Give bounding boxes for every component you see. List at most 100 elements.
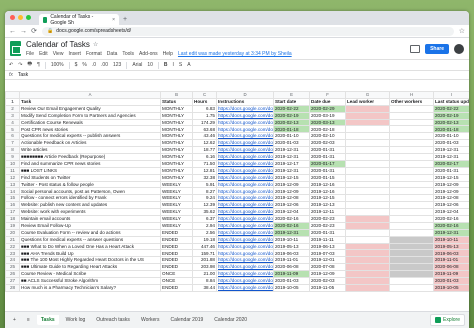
instructions-link[interactable]: https://docs.google.com/do — [216, 187, 274, 196]
column-header[interactable] — [5, 91, 20, 99]
hours-cell[interactable]: 12.39 — [192, 201, 217, 210]
due-date-cell[interactable]: 2019-06-13 — [309, 242, 346, 251]
other-workers-cell[interactable] — [389, 153, 434, 161]
instructions-link[interactable]: https://docs.google.com/do — [216, 249, 274, 258]
lead-worker-cell[interactable] — [345, 215, 390, 223]
due-date-cell[interactable]: 2019-11-05 — [309, 283, 346, 292]
menu-addons[interactable]: Add-ons — [139, 51, 158, 57]
header-cell[interactable]: Last status update — [433, 97, 469, 106]
start-date-cell[interactable]: 2019-12-31 — [273, 153, 310, 161]
toolbar-item-2[interactable]: 🖶 — [27, 61, 32, 69]
task-cell[interactable]: Website: work with experiments — [19, 208, 161, 217]
status-update-cell[interactable]: 2019-12-15 — [433, 173, 469, 182]
toolbar-item-3[interactable]: ¶ — [37, 62, 40, 68]
start-date-cell[interactable]: 2020-01-03 — [273, 277, 310, 285]
toolbar-item-9[interactable]: 123 — [113, 62, 121, 68]
task-cell[interactable]: ■■ ACLS Successful Stroke Algorithm — [19, 277, 161, 285]
toolbar-item-10[interactable]: Arial — [132, 62, 142, 68]
hours-cell[interactable]: 203.98 — [192, 263, 217, 272]
other-workers-cell[interactable] — [389, 194, 434, 203]
hours-cell[interactable]: 201.88 — [192, 256, 217, 265]
status-dropdown[interactable]: WEEKLY — [160, 215, 193, 223]
status-update-cell[interactable]: 2019-11-09 — [433, 270, 469, 279]
sheet-tab-work-log[interactable]: Work log — [62, 315, 90, 325]
menu-tools[interactable]: Tools — [122, 51, 134, 57]
lead-worker-cell[interactable] — [345, 270, 390, 279]
instructions-link[interactable]: https://docs.google.com/do — [216, 194, 274, 203]
status-dropdown[interactable]: WEEKLY — [160, 221, 193, 230]
header-cell[interactable]: Instructions — [216, 97, 274, 106]
start-date-cell[interactable]: 2019-12-04 — [273, 208, 310, 217]
start-date-cell[interactable]: 2019-12-06 — [273, 201, 310, 210]
start-date-cell[interactable]: 2019-06-03 — [273, 249, 310, 258]
column-header[interactable]: C — [192, 91, 217, 99]
close-window-button[interactable] — [10, 15, 15, 20]
due-date-cell[interactable]: 2019-12-01 — [309, 256, 346, 265]
toolbar-item-1[interactable]: ↷ — [18, 62, 22, 68]
menu-help[interactable]: Help — [163, 51, 173, 57]
status-update-cell[interactable]: 2019-12-06 — [433, 201, 469, 210]
instructions-link[interactable]: https://docs.google.com/do — [216, 111, 274, 120]
minimize-window-button[interactable] — [18, 15, 23, 20]
hours-cell[interactable]: 19.18 — [192, 235, 217, 244]
lead-worker-cell[interactable] — [345, 208, 390, 217]
row-number[interactable]: 3 — [5, 111, 20, 120]
reload-icon[interactable]: ⟳ — [31, 27, 37, 35]
start-date-cell[interactable]: 2019-12-15 — [273, 173, 310, 182]
start-date-cell[interactable]: 2020-02-22 — [273, 104, 310, 113]
instructions-link[interactable]: https://docs.google.com/do — [216, 235, 274, 244]
hours-cell[interactable]: 174.29 — [192, 118, 217, 127]
task-cell[interactable]: Actionable Feedback on Articles — [19, 139, 161, 148]
task-cell[interactable]: How much is a Pharmacy Technician's Sala… — [19, 283, 161, 292]
hours-cell[interactable]: 35.62 — [192, 208, 217, 217]
status-dropdown[interactable]: MONTHLY — [160, 132, 193, 141]
instructions-link[interactable]: https://docs.google.com/do — [216, 201, 274, 210]
column-header[interactable]: E — [273, 91, 310, 99]
comments-icon[interactable] — [410, 44, 421, 53]
due-date-cell[interactable]: 2019-12-09 — [309, 270, 346, 279]
task-cell[interactable]: ■■■■■■■■ Article Feedback (Repurpose) — [19, 153, 161, 161]
row-number[interactable]: 6 — [5, 132, 20, 141]
status-update-cell[interactable]: 2020-02-13 — [433, 118, 469, 127]
sheets-logo-icon[interactable] — [10, 41, 21, 56]
status-update-cell[interactable]: 2020-02-16 — [433, 215, 469, 223]
status-dropdown[interactable]: MONTHLY — [160, 146, 193, 155]
due-date-cell[interactable]: 2019-12-16 — [309, 180, 346, 189]
task-cell[interactable]: Review Email Follow-Up — [19, 221, 161, 230]
due-date-cell[interactable]: 2019-12-11 — [309, 208, 346, 217]
due-date-cell[interactable]: 2020-01-31 — [309, 228, 346, 237]
due-date-cell[interactable]: 2020-01-31 — [309, 166, 346, 175]
row-number[interactable]: 17 — [5, 208, 20, 217]
task-cell[interactable]: Follow - connect errors identified by Fr… — [19, 194, 161, 203]
status-update-cell[interactable]: 2020-01-31 — [433, 166, 469, 175]
status-update-cell[interactable]: 2019-12-31 — [433, 228, 469, 237]
hours-cell[interactable]: 6.83 — [192, 104, 217, 113]
header-cell[interactable]: Start date — [273, 97, 310, 106]
instructions-link[interactable]: https://docs.google.com/do — [216, 146, 274, 155]
new-tab-button[interactable]: + — [123, 16, 127, 23]
row-number[interactable]: 18 — [5, 215, 20, 223]
instructions-link[interactable]: https://docs.google.com/do — [216, 104, 274, 113]
task-cell[interactable]: Review Our Email Engagement Quality — [19, 104, 161, 113]
start-date-cell[interactable]: 2019-11-01 — [273, 256, 310, 265]
other-workers-cell[interactable] — [389, 201, 434, 210]
other-workers-cell[interactable] — [389, 235, 434, 244]
other-workers-cell[interactable] — [389, 104, 434, 113]
toolbar-item-0[interactable]: ↶ — [9, 62, 13, 68]
lead-worker-cell[interactable] — [345, 180, 390, 189]
due-date-cell[interactable]: 2020-01-15 — [309, 173, 346, 182]
row-number[interactable]: 24 — [5, 256, 20, 265]
lead-worker-cell[interactable] — [345, 139, 390, 148]
tab-close-icon[interactable]: × — [112, 17, 115, 23]
task-cell[interactable]: Certification Course Renewals — [19, 118, 161, 127]
status-update-cell[interactable]: 2020-06-08 — [433, 263, 469, 272]
start-date-cell[interactable]: 2020-01-18 — [273, 125, 310, 134]
start-date-cell[interactable]: 2019-10-11 — [273, 235, 310, 244]
lead-worker-cell[interactable] — [345, 187, 390, 196]
due-date-cell[interactable]: 2020-02-10 — [309, 132, 346, 141]
browser-tab[interactable]: Calendar of Tasks - Google Sh × — [39, 14, 119, 26]
avatar[interactable] — [454, 43, 464, 54]
start-date-cell[interactable]: 2020-01-03 — [273, 139, 310, 148]
task-cell[interactable]: ■■■ The 100 Most Highly Regarded Heart D… — [19, 256, 161, 265]
row-number[interactable]: 8 — [5, 146, 20, 155]
